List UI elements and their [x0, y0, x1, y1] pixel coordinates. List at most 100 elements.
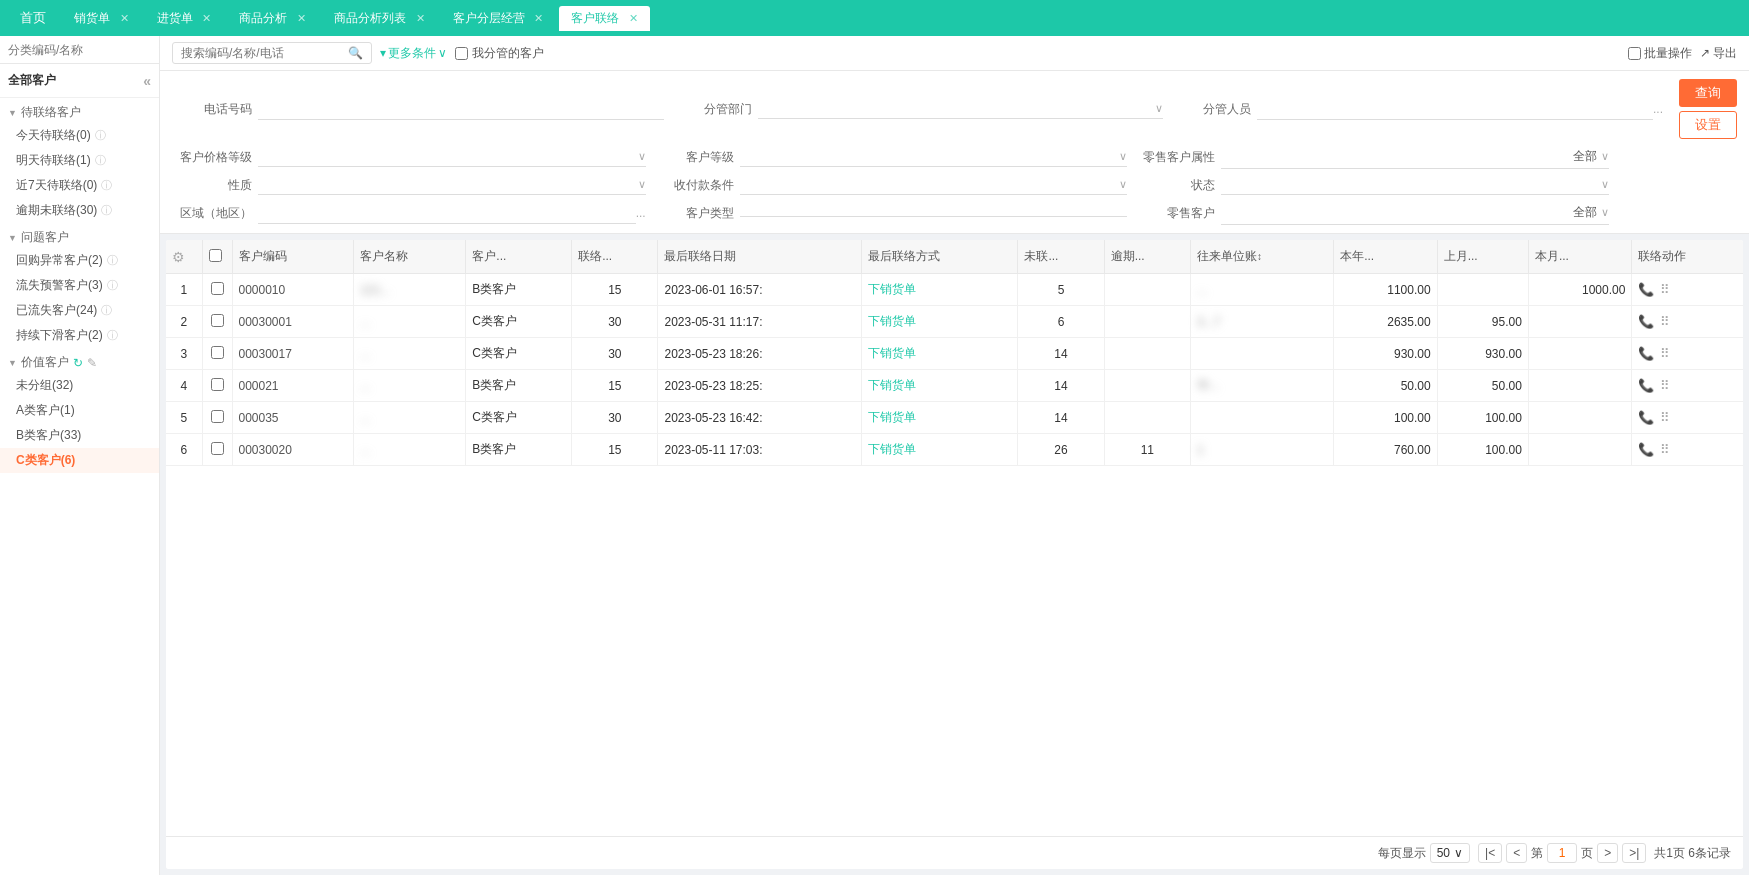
filter-payment-select[interactable]: ∨ — [740, 175, 1128, 195]
region-more-icon[interactable]: ... — [636, 206, 646, 220]
more-actions-icon[interactable]: ⠿ — [1660, 410, 1670, 425]
filter-dept-select[interactable]: ∨ — [758, 99, 1164, 119]
row-checkbox[interactable] — [211, 314, 224, 327]
col-name[interactable]: 客户名称 — [354, 240, 466, 274]
sidebar-item-overdue-contact[interactable]: 逾期未联络(30)ⓘ — [0, 198, 159, 223]
sidebar-item-churn-warning[interactable]: 流失预警客户(3)ⓘ — [0, 273, 159, 298]
last-page-btn[interactable]: >| — [1622, 843, 1646, 863]
prev-page-btn[interactable]: < — [1506, 843, 1527, 863]
call-icon[interactable]: 📞 — [1638, 346, 1654, 361]
call-icon[interactable]: 📞 — [1638, 378, 1654, 393]
col-annual-unit[interactable]: 往来单位账↕ — [1190, 240, 1333, 274]
nav-home[interactable]: 首页 — [8, 5, 58, 31]
more-actions-icon[interactable]: ⠿ — [1660, 282, 1670, 297]
next-page-btn[interactable]: > — [1597, 843, 1618, 863]
contact-method-link[interactable]: 下销货单 — [868, 378, 916, 392]
col-last-contact-date[interactable]: 最后联络日期 — [658, 240, 862, 274]
nav-customer-segment[interactable]: 客户分层经营 ✕ — [441, 6, 556, 31]
select-all-checkbox[interactable] — [209, 249, 222, 262]
col-this-year[interactable]: 本年... — [1334, 240, 1438, 274]
row-checkbox[interactable] — [211, 410, 224, 423]
contact-method-link[interactable]: 下销货单 — [868, 442, 916, 456]
nav-purchase-order[interactable]: 进货单 ✕ — [145, 6, 224, 31]
sidebar-item-class-a[interactable]: A类客户(1) — [0, 398, 159, 423]
col-last-contact-method[interactable]: 最后联络方式 — [862, 240, 1018, 274]
page-size-box[interactable]: 50 ∨ — [1430, 843, 1470, 863]
sidebar-collapse-icon[interactable]: « — [143, 73, 151, 89]
export-btn[interactable]: ↗ 导出 — [1700, 45, 1737, 62]
col-overdue[interactable]: 逾期... — [1104, 240, 1190, 274]
filter-retail-attr-select[interactable]: 全部 ∨ — [1221, 145, 1609, 169]
gear-icon[interactable]: ⚙ — [172, 249, 185, 265]
sidebar-item-churned[interactable]: 已流失客户(24)ⓘ — [0, 298, 159, 323]
filter-nature-select[interactable]: ∨ — [258, 175, 646, 195]
filter-manager-input[interactable] — [1257, 99, 1653, 120]
setting-btn[interactable]: 设置 — [1679, 111, 1737, 139]
sidebar-search-box[interactable]: 🔍 — [0, 36, 159, 64]
more-actions-icon[interactable]: ⠿ — [1660, 346, 1670, 361]
col-uncontact[interactable]: 未联... — [1018, 240, 1104, 274]
first-page-btn[interactable]: |< — [1478, 843, 1502, 863]
filter-status-select[interactable]: ∨ — [1221, 175, 1609, 195]
call-icon[interactable]: 📞 — [1638, 282, 1654, 297]
row-checkbox[interactable] — [211, 346, 224, 359]
col-action[interactable]: 联络动作 — [1632, 240, 1743, 274]
sidebar-item-7days[interactable]: 近7天待联络(0)ⓘ — [0, 173, 159, 198]
nav-purchase-order-close[interactable]: ✕ — [202, 12, 211, 24]
sidebar-all-customers[interactable]: 全部客户 « — [0, 64, 159, 98]
sidebar-section-problem[interactable]: 问题客户 — [0, 223, 159, 248]
sidebar-item-tomorrow[interactable]: 明天待联络(1)ⓘ — [0, 148, 159, 173]
filter-search-input[interactable] — [181, 46, 348, 60]
sidebar-item-class-c[interactable]: C类客户(6) — [0, 448, 159, 473]
batch-op-checkbox[interactable] — [1628, 47, 1641, 60]
nav-product-analysis-close[interactable]: ✕ — [297, 12, 306, 24]
refresh-icon[interactable]: ↻ — [73, 356, 83, 370]
sidebar-item-unclassified[interactable]: 未分组(32) — [0, 373, 159, 398]
edit-icon[interactable]: ✎ — [87, 356, 97, 370]
filter-customer-grade-select[interactable]: ∨ — [258, 147, 646, 167]
col-this-month[interactable]: 本月... — [1528, 240, 1632, 274]
more-actions-icon[interactable]: ⠿ — [1660, 378, 1670, 393]
filter-more-icon[interactable]: ... — [1653, 102, 1663, 116]
sidebar-search-input[interactable] — [8, 43, 158, 57]
filter-phone-input[interactable] — [258, 99, 664, 120]
nav-customer-contact-close[interactable]: ✕ — [629, 12, 638, 24]
filter-search-icon[interactable]: 🔍 — [348, 46, 363, 60]
my-customers-toggle[interactable]: 我分管的客户 — [455, 45, 544, 62]
nav-product-analysis-list-close[interactable]: ✕ — [416, 12, 425, 24]
col-type[interactable]: 客户... — [466, 240, 572, 274]
filter-retail-customer-select[interactable]: 全部 ∨ — [1221, 201, 1609, 225]
sidebar-section-pending[interactable]: 待联络客户 — [0, 98, 159, 123]
sidebar-section-value[interactable]: 价值客户 ↻ ✎ — [0, 348, 159, 373]
call-icon[interactable]: 📞 — [1638, 410, 1654, 425]
contact-method-link[interactable]: 下销货单 — [868, 346, 916, 360]
sidebar-item-declining[interactable]: 持续下滑客户(2)ⓘ — [0, 323, 159, 348]
row-checkbox[interactable] — [211, 282, 224, 295]
query-btn[interactable]: 查询 — [1679, 79, 1737, 107]
contact-method-link[interactable]: 下销货单 — [868, 282, 916, 296]
filter-customer-level-select[interactable]: ∨ — [740, 147, 1128, 167]
table-scroll[interactable]: ⚙ 客户编码 客户名称 客户... 联络... 最后联络日期 最后联络方式 未联 — [166, 240, 1743, 836]
nav-product-analysis[interactable]: 商品分析 ✕ — [227, 6, 318, 31]
nav-sales-order[interactable]: 销货单 ✕ — [62, 6, 141, 31]
filter-region-input[interactable] — [258, 203, 636, 224]
row-checkbox[interactable] — [211, 378, 224, 391]
contact-method-link[interactable]: 下销货单 — [868, 314, 916, 328]
more-actions-icon[interactable]: ⠿ — [1660, 442, 1670, 457]
nav-customer-contact[interactable]: 客户联络 ✕ — [559, 6, 650, 31]
col-code[interactable]: 客户编码 — [232, 240, 354, 274]
more-actions-icon[interactable]: ⠿ — [1660, 314, 1670, 329]
sidebar-item-today[interactable]: 今天待联络(0)ⓘ — [0, 123, 159, 148]
nav-customer-segment-close[interactable]: ✕ — [534, 12, 543, 24]
call-icon[interactable]: 📞 — [1638, 314, 1654, 329]
filter-customer-type-select[interactable] — [740, 210, 1128, 217]
nav-sales-order-close[interactable]: ✕ — [120, 12, 129, 24]
filter-search-box[interactable]: 🔍 — [172, 42, 372, 64]
sidebar-item-repurchase-abnormal[interactable]: 回购异常客户(2)ⓘ — [0, 248, 159, 273]
batch-op-btn[interactable]: 批量操作 — [1628, 45, 1692, 62]
my-customers-checkbox[interactable] — [455, 47, 468, 60]
nav-product-analysis-list[interactable]: 商品分析列表 ✕ — [322, 6, 437, 31]
row-checkbox[interactable] — [211, 442, 224, 455]
sidebar-item-class-b[interactable]: B类客户(33) — [0, 423, 159, 448]
col-contact-days[interactable]: 联络... — [572, 240, 658, 274]
